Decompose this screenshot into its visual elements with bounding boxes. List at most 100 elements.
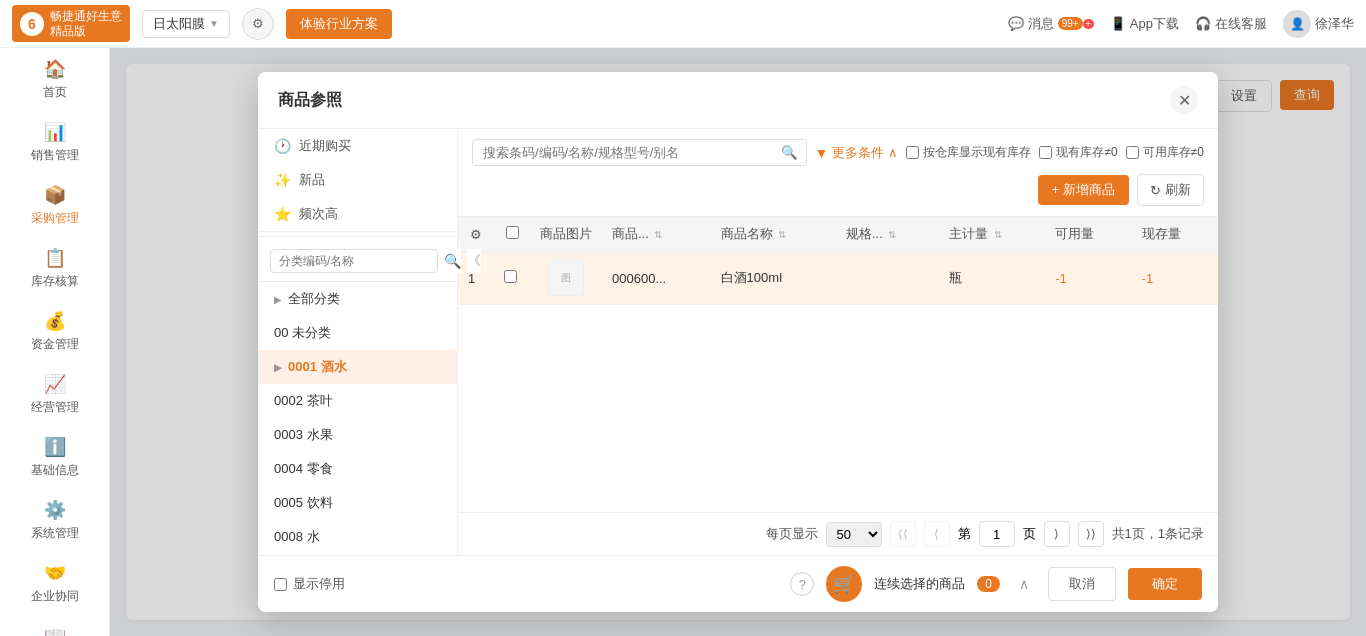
logo[interactable]: 6 畅捷通好生意 精品版 [12, 5, 130, 42]
cancel-button[interactable]: 取消 [1048, 567, 1116, 601]
basicinfo-icon: ℹ️ [44, 436, 66, 458]
inventory-icon: 📋 [44, 247, 66, 269]
logo-text: 畅捷通好生意 精品版 [50, 9, 122, 38]
sidebar-item-enterprise[interactable]: 🤝 企业协同 [0, 552, 109, 615]
td-checkbox[interactable] [494, 252, 530, 305]
sidebar-item-sales[interactable]: 📊 销售管理 [0, 111, 109, 174]
category-search-input[interactable] [270, 249, 438, 273]
cat-active-arrow-icon: ▶ [274, 362, 282, 373]
modal-close-button[interactable]: ✕ [1170, 86, 1198, 114]
online-service-btn[interactable]: 🎧 在线客服 [1195, 15, 1267, 33]
category-list: ▶ 全部分类 00 未分类 ▶ 0001 酒水 0002 茶 [258, 282, 457, 555]
checkbox-nonzero-input[interactable] [1039, 146, 1052, 159]
select-all-checkbox[interactable] [506, 226, 519, 239]
sidebar-item-purchase[interactable]: 📦 采购管理 [0, 174, 109, 237]
logo-icon: 6 [20, 12, 44, 36]
search-input-wrap: 🔍 [472, 139, 807, 166]
page-number-input[interactable] [979, 521, 1015, 547]
product-search-input[interactable] [473, 140, 773, 165]
message-icon: 💬 [1008, 16, 1024, 31]
sidebar-item-inventory[interactable]: 📋 库存核算 [0, 237, 109, 300]
category-item-all[interactable]: ▶ 全部分类 [258, 282, 457, 316]
app-download-btn[interactable]: 📱 App下载 [1110, 15, 1179, 33]
row-checkbox[interactable] [504, 270, 517, 283]
page-unit-label: 页 [1023, 525, 1036, 543]
sidebar-item-system[interactable]: ⚙️ 系统管理 [0, 489, 109, 552]
tenant-selector[interactable]: 日太阳膜 ▼ [142, 10, 230, 38]
experience-btn[interactable]: 体验行业方案 [286, 9, 392, 39]
th-name[interactable]: 商品名称 ⇅ [711, 217, 836, 252]
quick-item-frequent[interactable]: ⭐ 频次高 [258, 197, 457, 231]
chevron-down-icon: ▼ [209, 18, 219, 29]
th-checkbox[interactable] [494, 217, 530, 252]
quick-item-recent[interactable]: 🕐 近期购买 [258, 129, 457, 163]
search-button[interactable]: 🔍 [773, 140, 806, 165]
sidebar-item-basicinfo[interactable]: ℹ️ 基础信息 [0, 426, 109, 489]
settings-icon[interactable]: ⚙ [242, 8, 274, 40]
show-disabled-input[interactable] [274, 578, 287, 591]
quick-item-new[interactable]: ✨ 新品 [258, 163, 457, 197]
quick-list: 🕐 近期购买 ✨ 新品 ⭐ 频次高 [258, 129, 457, 232]
messages-btn[interactable]: 💬 消息 99+ + [1008, 15, 1094, 33]
prev-page-btn[interactable]: ⟨ [924, 521, 950, 547]
modal-footer: 显示停用 ? 🛒 连续选择的商品 0 ∧ 取消 确定 [258, 555, 1218, 612]
modal-title: 商品参照 [278, 90, 342, 111]
last-page-btn[interactable]: ⟩⟩ [1078, 521, 1104, 547]
category-item-6[interactable]: 0008 水 [258, 520, 457, 554]
sales-icon: 📊 [44, 121, 66, 143]
new-icon: ✨ [274, 172, 291, 188]
th-config[interactable]: ⚙ [458, 217, 494, 252]
enterprise-icon: 🤝 [44, 562, 66, 584]
phone-icon: 📱 [1110, 16, 1126, 31]
category-collapse-button[interactable]: 《 [467, 249, 481, 273]
headset-icon: 🎧 [1195, 16, 1211, 31]
checkbox-warehouse-stock[interactable]: 按仓库显示现有库存 [906, 144, 1031, 161]
purchase-icon: 📦 [44, 184, 66, 206]
td-code: 000600... [602, 252, 711, 305]
toolbar-right: + 新增商品 ↻ 刷新 [1038, 174, 1204, 206]
page-size-select[interactable]: 50 10 20 100 [826, 522, 882, 547]
category-item-1[interactable]: ▶ 0001 酒水 [258, 350, 457, 384]
td-available: -1 [1045, 252, 1131, 305]
category-panel: 🕐 近期购买 ✨ 新品 ⭐ 频次高 [258, 129, 458, 555]
confirm-button[interactable]: 确定 [1128, 568, 1202, 600]
user-avatar-btn[interactable]: 👤 徐泽华 [1283, 10, 1354, 38]
checkbox-nonzero-stock[interactable]: 现有库存≠0 [1039, 144, 1117, 161]
category-item-0[interactable]: 00 未分类 [258, 316, 457, 350]
th-image: 商品图片 [530, 217, 602, 252]
page-label: 第 [958, 525, 971, 543]
add-product-btn[interactable]: + 新增商品 [1038, 175, 1129, 205]
table-row[interactable]: 1 图 000600... 白酒100ml 瓶 [458, 252, 1218, 305]
category-item-3[interactable]: 0003 水果 [258, 418, 457, 452]
help-icon[interactable]: ? [790, 572, 814, 596]
continuous-select-label: 连续选择的商品 [874, 575, 965, 593]
category-item-7[interactable]: 0010 家电 [258, 554, 457, 555]
checkbox-warehouse-input[interactable] [906, 146, 919, 159]
th-spec[interactable]: 规格... ⇅ [836, 217, 939, 252]
cart-area[interactable]: 🛒 [826, 566, 862, 602]
sidebar-item-home[interactable]: 🏠 首页 [0, 48, 109, 111]
checkbox-available-stock[interactable]: 可用库存≠0 [1126, 144, 1204, 161]
guide-icon: 📖 [44, 625, 66, 636]
chevron-up-icon[interactable]: ∧ [1012, 572, 1036, 596]
th-code[interactable]: 商品... ⇅ [602, 217, 711, 252]
product-table: ⚙ 商品图片 商品... ⇅ 商品名称 [458, 217, 1218, 305]
sidebar-item-guide[interactable]: 📖 新手引导 [0, 615, 109, 636]
sidebar-item-operation[interactable]: 📈 经营管理 [0, 363, 109, 426]
show-disabled-checkbox[interactable]: 显示停用 [274, 575, 345, 593]
category-item-2[interactable]: 0002 茶叶 [258, 384, 457, 418]
next-page-btn[interactable]: ⟩ [1044, 521, 1070, 547]
category-item-5[interactable]: 0005 饮料 [258, 486, 457, 520]
first-page-btn[interactable]: ⟨⟨ [890, 521, 916, 547]
more-filter-btn[interactable]: ▼ 更多条件 ∧ [815, 144, 899, 162]
category-item-4[interactable]: 0004 零食 [258, 452, 457, 486]
frequent-icon: ⭐ [274, 206, 291, 222]
sidebar-item-finance[interactable]: 💰 资金管理 [0, 300, 109, 363]
sort-icon-unit: ⇅ [994, 229, 1002, 240]
cat-arrow-icon: ▶ [274, 294, 282, 305]
checkbox-available-input[interactable] [1126, 146, 1139, 159]
th-unit[interactable]: 主计量 ⇅ [939, 217, 1045, 252]
home-icon: 🏠 [44, 58, 66, 80]
category-search-button[interactable]: 🔍 [444, 249, 461, 273]
refresh-btn[interactable]: ↻ 刷新 [1137, 174, 1204, 206]
